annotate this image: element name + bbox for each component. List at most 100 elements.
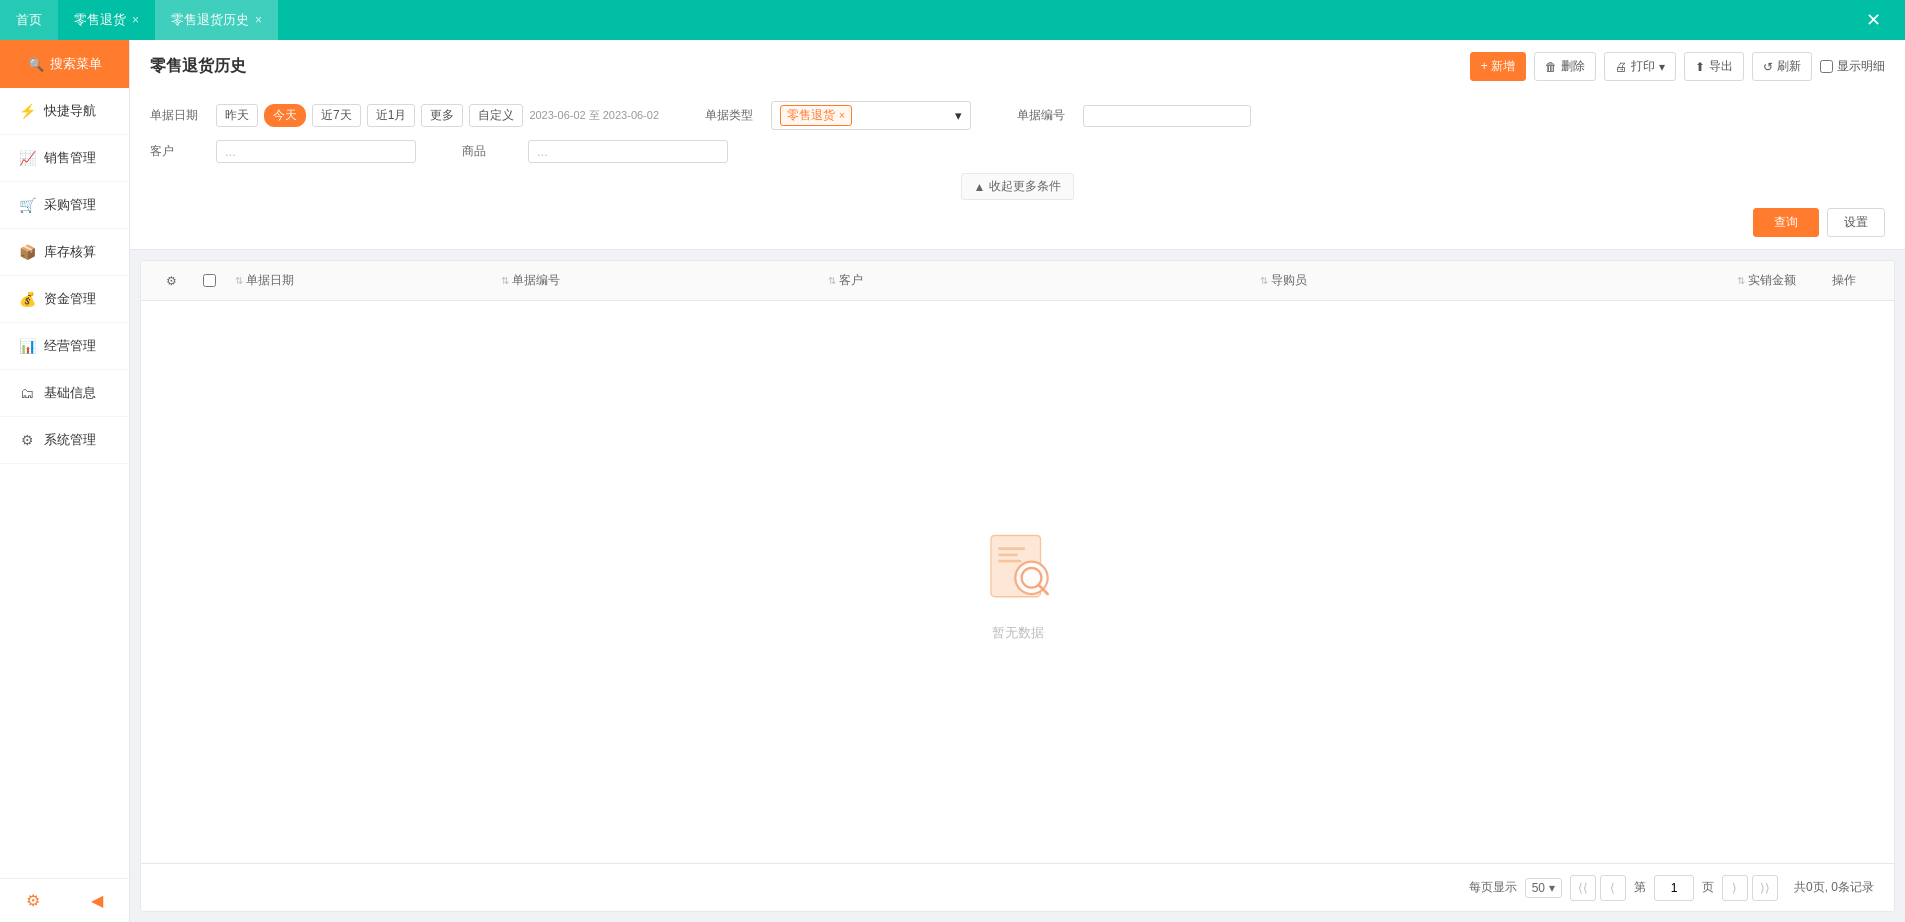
page-size-label: 每页显示 bbox=[1469, 879, 1517, 896]
tab-home[interactable]: 首页 bbox=[0, 0, 58, 40]
page-label: 第 bbox=[1634, 879, 1646, 896]
customer-filter-label: 客户 bbox=[150, 143, 200, 160]
sidebar-bottom: ⚙ ◀ bbox=[0, 878, 129, 922]
sidebar-item-sales[interactable]: 📈 销售管理 bbox=[0, 135, 129, 182]
date-filter-label: 单据日期 bbox=[150, 107, 200, 124]
delete-button[interactable]: 🗑 删除 bbox=[1534, 52, 1596, 81]
main-content: 零售退货历史 + 新增 🗑 删除 🖨 打印 ▾ ⬆ 导出 bbox=[130, 40, 1905, 922]
next-page-button[interactable]: ⟩ bbox=[1722, 875, 1748, 901]
type-filter-label: 单据类型 bbox=[705, 107, 755, 124]
finance-icon: 💰 bbox=[18, 290, 36, 308]
sidebar-item-operations[interactable]: 📊 经营管理 bbox=[0, 323, 129, 370]
th-customer[interactable]: ⇅ 客户 bbox=[820, 272, 1252, 289]
page-size-chevron: ▾ bbox=[1549, 881, 1555, 895]
top-bar-right: ✕ bbox=[1858, 9, 1905, 31]
table-body: 暂无数据 bbox=[141, 301, 1894, 863]
type-tag: 零售退货 × bbox=[780, 105, 852, 126]
th-checkbox[interactable] bbox=[191, 274, 227, 287]
empty-state: 暂无数据 bbox=[973, 522, 1063, 642]
date-btn-today[interactable]: 今天 bbox=[264, 104, 306, 127]
tab-retail-return[interactable]: 零售退货 × bbox=[58, 0, 155, 40]
export-button[interactable]: ⬆ 导出 bbox=[1684, 52, 1744, 81]
query-buttons-row: 查询 设置 bbox=[150, 208, 1885, 249]
type-tag-close[interactable]: × bbox=[839, 110, 845, 121]
sort-number-icon: ⇅ bbox=[501, 275, 509, 286]
th-guide[interactable]: ⇅ 导购员 bbox=[1252, 272, 1580, 289]
customer-filter-select[interactable]: ... bbox=[216, 140, 416, 163]
voucher-filter-label: 单据编号 bbox=[1017, 107, 1067, 124]
filter-row-2: 客户 ... 商品 ... bbox=[150, 140, 1885, 163]
table-header: ⚙ ⇅ 单据日期 ⇅ 单据编号 ⇅ 客户 ⇅ bbox=[141, 261, 1894, 301]
print-chevron-icon: ▾ bbox=[1659, 60, 1665, 74]
page-size-select[interactable]: 50 ▾ bbox=[1525, 878, 1562, 898]
new-button[interactable]: + 新增 bbox=[1470, 52, 1526, 81]
sidebar-item-system[interactable]: ⚙ 系统管理 bbox=[0, 417, 129, 464]
sidebar-item-basic-info[interactable]: 🗂 基础信息 bbox=[0, 370, 129, 417]
th-number[interactable]: ⇅ 单据编号 bbox=[493, 272, 821, 289]
toolbar: + 新增 🗑 删除 🖨 打印 ▾ ⬆ 导出 ↺ bbox=[1470, 52, 1885, 81]
date-btn-more[interactable]: 更多 bbox=[421, 104, 463, 127]
operations-icon: 📊 bbox=[18, 337, 36, 355]
th-amount[interactable]: ⇅ 实销金额 bbox=[1580, 272, 1804, 289]
voucher-filter-input[interactable] bbox=[1083, 105, 1251, 127]
date-filter-group: 昨天 今天 近7天 近1月 更多 自定义 2023-06-02 至 2023-0… bbox=[216, 104, 659, 127]
quick-nav-icon: ⚡ bbox=[18, 102, 36, 120]
show-detail-checkbox[interactable] bbox=[1820, 60, 1833, 73]
last-page-button[interactable]: ⟩⟩ bbox=[1752, 875, 1778, 901]
page-header-filter: 零售退货历史 + 新增 🗑 删除 🖨 打印 ▾ ⬆ 导出 bbox=[130, 40, 1905, 250]
show-detail-checkbox-label[interactable]: 显示明细 bbox=[1820, 58, 1885, 75]
collapse-sidebar-icon[interactable]: ◀ bbox=[91, 891, 103, 910]
query-button[interactable]: 查询 bbox=[1753, 208, 1819, 237]
tab-retail-return-history[interactable]: 零售退货历史 × bbox=[155, 0, 278, 40]
empty-illustration bbox=[973, 522, 1063, 612]
date-btn-7days[interactable]: 近7天 bbox=[312, 104, 361, 127]
tab-list: 首页 零售退货 × 零售退货历史 × bbox=[0, 0, 1858, 40]
close-retail-return-tab[interactable]: × bbox=[132, 13, 139, 27]
date-range-display: 2023-06-02 至 2023-06-02 bbox=[529, 108, 659, 123]
prev-page-button[interactable]: ⟨ bbox=[1600, 875, 1626, 901]
th-settings[interactable]: ⚙ bbox=[151, 274, 191, 288]
goods-filter-select[interactable]: ... bbox=[528, 140, 728, 163]
date-btn-custom[interactable]: 自定义 bbox=[469, 104, 523, 127]
collapse-icon: ▲ bbox=[974, 180, 986, 194]
pagination-bar: 每页显示 50 ▾ ⟨⟨ ⟨ 第 页 ⟩ ⟩⟩ 共0页, 0条记录 bbox=[141, 863, 1894, 911]
sidebar-item-finance[interactable]: 💰 资金管理 bbox=[0, 276, 129, 323]
date-btn-yesterday[interactable]: 昨天 bbox=[216, 104, 258, 127]
collapse-row: ▲ 收起更多条件 bbox=[150, 173, 1885, 200]
sidebar-item-inventory[interactable]: 📦 库存核算 bbox=[0, 229, 129, 276]
close-retail-return-history-tab[interactable]: × bbox=[255, 13, 262, 27]
settings-button[interactable]: 设置 bbox=[1827, 208, 1885, 237]
page-number-input[interactable] bbox=[1654, 875, 1694, 901]
sidebar-item-purchase[interactable]: 🛒 采购管理 bbox=[0, 182, 129, 229]
date-btn-1month[interactable]: 近1月 bbox=[367, 104, 416, 127]
empty-text: 暂无数据 bbox=[992, 624, 1044, 642]
top-bar: 首页 零售退货 × 零售退货历史 × ✕ bbox=[0, 0, 1905, 40]
search-menu[interactable]: 🔍 搜索菜单 bbox=[0, 40, 129, 88]
sidebar-item-quick-nav[interactable]: ⚡ 快捷导航 bbox=[0, 88, 129, 135]
refresh-button[interactable]: ↺ 刷新 bbox=[1752, 52, 1812, 81]
sort-date-icon: ⇅ bbox=[235, 275, 243, 286]
pagination-nav: ⟨⟨ ⟨ 第 页 ⟩ ⟩⟩ bbox=[1570, 875, 1778, 901]
first-page-button[interactable]: ⟨⟨ bbox=[1570, 875, 1596, 901]
svg-rect-2 bbox=[998, 554, 1018, 557]
settings-bottom-icon[interactable]: ⚙ bbox=[26, 891, 40, 910]
svg-rect-3 bbox=[998, 560, 1021, 563]
inventory-icon: 📦 bbox=[18, 243, 36, 261]
page-unit: 页 bbox=[1702, 879, 1714, 896]
select-all-checkbox[interactable] bbox=[203, 274, 216, 287]
window-close-button[interactable]: ✕ bbox=[1858, 9, 1889, 31]
type-filter-select[interactable]: 零售退货 × ▾ bbox=[771, 101, 971, 130]
data-table: ⚙ ⇅ 单据日期 ⇅ 单据编号 ⇅ 客户 ⇅ bbox=[140, 260, 1895, 912]
print-icon: 🖨 bbox=[1615, 60, 1627, 74]
sort-guide-icon: ⇅ bbox=[1260, 275, 1268, 286]
svg-rect-1 bbox=[998, 547, 1025, 550]
print-button[interactable]: 🖨 打印 ▾ bbox=[1604, 52, 1676, 81]
th-date[interactable]: ⇅ 单据日期 bbox=[227, 272, 493, 289]
collapse-filter-button[interactable]: ▲ 收起更多条件 bbox=[961, 173, 1075, 200]
column-settings-icon[interactable]: ⚙ bbox=[166, 274, 177, 288]
filter-row-1: 单据日期 昨天 今天 近7天 近1月 更多 自定义 2023-06-02 至 2… bbox=[150, 101, 1885, 130]
system-icon: ⚙ bbox=[18, 431, 36, 449]
delete-icon: 🗑 bbox=[1545, 60, 1557, 74]
total-records: 共0页, 0条记录 bbox=[1794, 879, 1874, 896]
refresh-icon: ↺ bbox=[1763, 60, 1773, 74]
